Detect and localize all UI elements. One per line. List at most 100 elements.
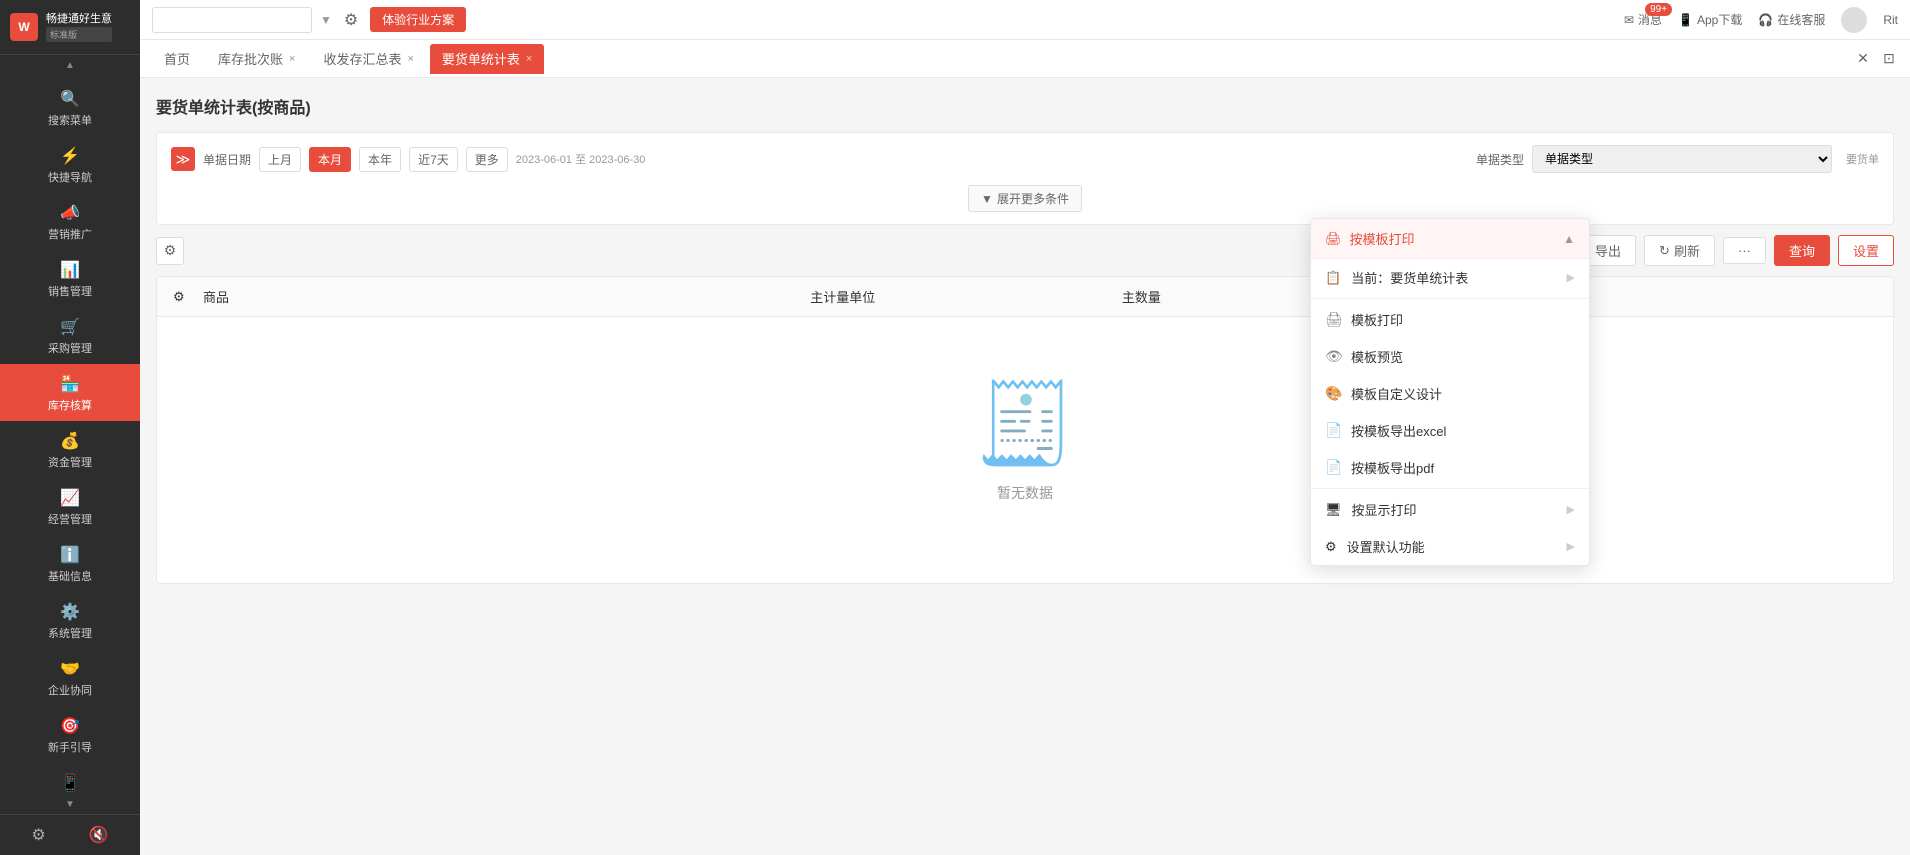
nav-icon-purchase: 🛒 bbox=[60, 317, 80, 337]
settings-icon[interactable]: ⚙ bbox=[31, 825, 45, 845]
col-settings: ⚙ bbox=[165, 289, 195, 305]
settings-gear-btn[interactable]: ⚙ bbox=[156, 237, 184, 265]
tab-order-stat[interactable]: 要货单统计表× bbox=[430, 44, 544, 74]
refresh-label: 刷新 bbox=[1674, 241, 1700, 260]
sidebar-item-purchase[interactable]: 🛒采购管理 bbox=[0, 307, 140, 364]
online-service-btn[interactable]: 🎧 在线客服 bbox=[1758, 11, 1825, 28]
username-label: Rit bbox=[1883, 13, 1898, 27]
sidebar-scroll-down[interactable]: ▼ bbox=[0, 794, 140, 814]
export-label: 导出 bbox=[1595, 241, 1621, 260]
nav-icon-marketing: 📣 bbox=[60, 203, 80, 223]
tab-batch-account[interactable]: 库存批次账× bbox=[206, 44, 307, 74]
message-btn[interactable]: ✉ 消息 99+ bbox=[1624, 11, 1662, 28]
window-close-btn[interactable]: ✕ bbox=[1854, 50, 1872, 68]
dropdown-item-current[interactable]: 📋 当前：要货单统计表 ▶ bbox=[1311, 259, 1589, 296]
tab-label-home: 首页 bbox=[164, 49, 190, 68]
dropdown-item-export-pdf[interactable]: 📄 按模板导出pdf bbox=[1311, 449, 1589, 486]
tab-close-order-stat[interactable]: × bbox=[526, 53, 532, 65]
sidebar-item-basic[interactable]: ℹ️基础信息 bbox=[0, 535, 140, 592]
display-print-arrow: ▶ bbox=[1567, 503, 1575, 516]
display-print-icon: 🖥 bbox=[1325, 502, 1342, 518]
sidebar-item-app-center[interactable]: 📱应用中心 bbox=[0, 763, 140, 794]
query-btn[interactable]: 查询 bbox=[1774, 235, 1830, 266]
display-print-row: 🖥 按显示打印 ▶ bbox=[1325, 500, 1575, 519]
app-download-btn[interactable]: 📱 App下载 bbox=[1678, 11, 1742, 28]
date-filter-label: 单据日期 bbox=[203, 151, 251, 168]
nav-label-sales: 销售管理 bbox=[48, 283, 92, 299]
dropdown-item-template-preview[interactable]: 👁 模板预览 bbox=[1311, 338, 1589, 375]
search-input[interactable] bbox=[152, 7, 312, 33]
tab-close-receipt-summary[interactable]: × bbox=[407, 53, 413, 65]
template-print-label: 模板打印 bbox=[1351, 310, 1403, 329]
table-settings-icon[interactable]: ⚙ bbox=[173, 289, 185, 304]
nav-icon-newbie: 🎯 bbox=[60, 716, 80, 736]
dropdown-item-set-default[interactable]: ⚙ 设置默认功能 ▶ bbox=[1311, 528, 1589, 565]
sidebar-scroll-up[interactable]: ▲ bbox=[0, 55, 140, 75]
dropdown-item-template-design[interactable]: 🎨 模板自定义设计 bbox=[1311, 375, 1589, 412]
main-area: ▼ ⚙ 体验行业方案 ✉ 消息 99+ 📱 App下载 🎧 在线客服 Rit 首… bbox=[140, 0, 1910, 855]
app-download-label: App下载 bbox=[1697, 11, 1742, 28]
nav-label-quick-nav: 快捷导航 bbox=[48, 169, 92, 185]
window-maximize-btn[interactable]: ⊡ bbox=[1880, 50, 1898, 68]
settings-btn[interactable]: 设置 bbox=[1838, 235, 1894, 266]
sidebar-item-system[interactable]: ⚙️系统管理 bbox=[0, 592, 140, 649]
message-icon: ✉ bbox=[1624, 13, 1634, 27]
nav-icon-finance: 💰 bbox=[60, 431, 80, 451]
tab-home[interactable]: 首页 bbox=[152, 44, 202, 74]
topbar-settings-icon[interactable]: ⚙ bbox=[344, 10, 358, 30]
current-template-icon: 📋 bbox=[1325, 270, 1341, 286]
current-template-label: 当前：要货单统计表 bbox=[1351, 268, 1468, 287]
search-dropdown-icon[interactable]: ▼ bbox=[320, 13, 332, 27]
tab-close-batch-account[interactable]: × bbox=[289, 53, 295, 65]
sidebar-item-sales[interactable]: 📊 销售管理 bbox=[0, 250, 140, 307]
data-table: ⚙ 商品 主计量单位 主数量 零售金额 🧾 暂无数据 bbox=[156, 276, 1894, 584]
nav-label-system: 系统管理 bbox=[48, 625, 92, 641]
expand-more-btn[interactable]: ▼ 展开更多条件 bbox=[968, 185, 1082, 212]
refresh-btn[interactable]: ↻ 刷新 bbox=[1644, 235, 1715, 266]
sidebar-item-inventory[interactable]: 🏪 库存核算 bbox=[0, 364, 140, 421]
expand-label: 展开更多条件 bbox=[997, 190, 1069, 207]
table-empty: 🧾 暂无数据 bbox=[157, 317, 1893, 583]
order-type-label: 单据类型 bbox=[1476, 151, 1524, 168]
dropdown-item-template-print[interactable]: 🖨 模板打印 bbox=[1311, 301, 1589, 338]
nav-icon-sales: 📊 bbox=[60, 260, 80, 280]
nav-label-enterprise: 企业协同 bbox=[48, 682, 92, 698]
sidebar: W 畅捷通好生意 标准版 ▲ 🔍搜索菜单⚡快捷导航📣营销推广 📊 销售管理 🛒采购管理… bbox=[0, 0, 140, 855]
sidebar-item-search[interactable]: 🔍搜索菜单 bbox=[0, 79, 140, 136]
filter-row-2: ▼ 展开更多条件 bbox=[171, 181, 1879, 212]
expand-icon: ▼ bbox=[981, 192, 993, 206]
date-btn-7days[interactable]: 近7天 bbox=[409, 147, 458, 172]
date-btn-this-year[interactable]: 本年 bbox=[359, 147, 401, 172]
sidebar-item-newbie[interactable]: 🎯新手引导 bbox=[0, 706, 140, 763]
date-btn-last-month[interactable]: 上月 bbox=[259, 147, 301, 172]
app-logo: W 畅捷通好生意 标准版 bbox=[0, 0, 140, 55]
more-options-btn[interactable]: ··· bbox=[1723, 237, 1766, 264]
filter-expand-btn[interactable]: ≫ bbox=[171, 147, 195, 171]
nav-label-operation: 经营管理 bbox=[48, 511, 92, 527]
set-default-label: 设置默认功能 bbox=[1347, 537, 1425, 556]
template-design-label: 模板自定义设计 bbox=[1351, 384, 1442, 403]
sidebar-item-quick-nav[interactable]: ⚡快捷导航 bbox=[0, 136, 140, 193]
nav-icon-inventory: 🏪 bbox=[60, 374, 80, 394]
dropdown-item-export-excel[interactable]: 📄 按模板导出excel bbox=[1311, 412, 1589, 449]
tab-receipt-summary[interactable]: 收发存汇总表× bbox=[311, 44, 425, 74]
date-btn-more[interactable]: 更多 bbox=[466, 147, 508, 172]
order-goods-label: 要货单 bbox=[1846, 151, 1879, 167]
mute-icon[interactable]: 🔇 bbox=[89, 825, 109, 845]
sidebar-item-finance[interactable]: 💰资金管理 bbox=[0, 421, 140, 478]
sidebar-item-marketing[interactable]: 📣营销推广 bbox=[0, 193, 140, 250]
dropdown-item-display-print[interactable]: 🖥 按显示打印 ▶ bbox=[1311, 491, 1589, 528]
export-excel-label: 按模板导出excel bbox=[1351, 421, 1446, 440]
order-type-select[interactable]: 单据类型 bbox=[1532, 145, 1832, 173]
trial-btn[interactable]: 体验行业方案 bbox=[370, 7, 466, 32]
sidebar-item-operation[interactable]: 📈经营管理 bbox=[0, 478, 140, 535]
nav-label-inventory: 库存核算 bbox=[48, 397, 92, 413]
template-print-icon: 🖨 bbox=[1325, 311, 1341, 328]
nav-icon-app-center: 📱 bbox=[60, 773, 80, 793]
tabbar: 首页库存批次账×收发存汇总表×要货单统计表× ✕ ⊡ bbox=[140, 40, 1910, 78]
sidebar-item-enterprise[interactable]: 🤝企业协同 bbox=[0, 649, 140, 706]
date-btn-this-month[interactable]: 本月 bbox=[309, 147, 351, 172]
avatar[interactable] bbox=[1841, 7, 1867, 33]
dropdown-close-icon[interactable]: ▲ bbox=[1563, 232, 1575, 246]
logo-text: 畅捷通好生意 bbox=[46, 12, 112, 27]
